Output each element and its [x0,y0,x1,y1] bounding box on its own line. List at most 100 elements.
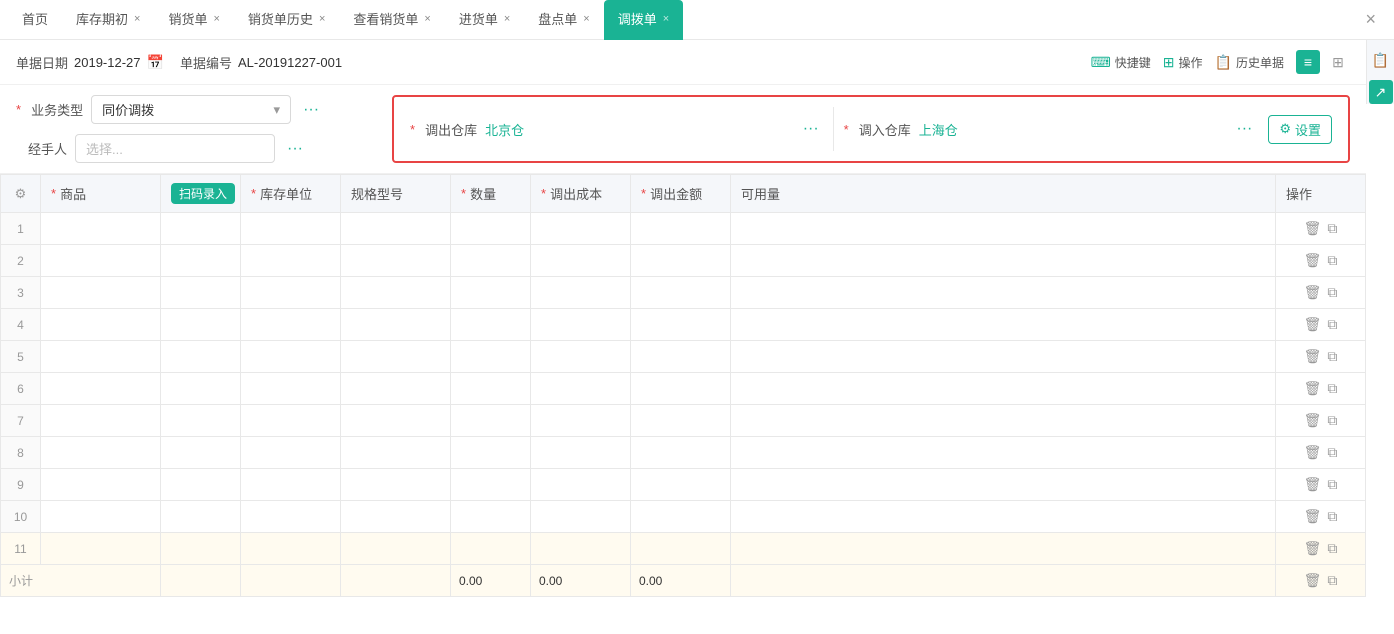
product-cell-5[interactable] [41,341,161,373]
tab-sales-order[interactable]: 销货单 × [154,0,233,40]
product-cell-1[interactable] [41,213,161,245]
amount-cell-9[interactable] [631,469,731,501]
cost-cell-7[interactable] [531,405,631,437]
qty-cell-7[interactable] [451,405,531,437]
unit-cell-5[interactable] [241,341,341,373]
copy-icon-6[interactable]: ⧉ [1327,380,1337,397]
tab-close-inventory-count[interactable]: × [583,13,589,25]
copy-icon-11[interactable]: ⧉ [1327,540,1337,557]
cost-cell-2[interactable] [531,245,631,277]
delete-icon-1[interactable]: 🗑 [1304,220,1322,237]
available-cell-9[interactable] [731,469,1276,501]
copy-icon-7[interactable]: ⧉ [1327,412,1337,429]
cost-cell-9[interactable] [531,469,631,501]
product-cell-10[interactable] [41,501,161,533]
product-cell-3[interactable] [41,277,161,309]
tab-close-sales-history[interactable]: × [319,13,325,25]
amount-cell-2[interactable] [631,245,731,277]
window-close-button[interactable]: × [1355,9,1386,30]
spec-cell-9[interactable] [341,469,451,501]
product-cell-11[interactable] [41,533,161,565]
available-cell-11[interactable] [731,533,1276,565]
spec-cell-4[interactable] [341,309,451,341]
delete-icon-6[interactable]: 🗑 [1304,380,1322,397]
cost-cell-1[interactable] [531,213,631,245]
cost-cell-4[interactable] [531,309,631,341]
unit-cell-10[interactable] [241,501,341,533]
delete-icon-3[interactable]: 🗑 [1304,284,1322,301]
tab-view-sales[interactable]: 查看销货单 × [339,0,444,40]
qty-cell-8[interactable] [451,437,531,469]
unit-cell-7[interactable] [241,405,341,437]
spec-cell-5[interactable] [341,341,451,373]
available-cell-8[interactable] [731,437,1276,469]
person-select[interactable]: 选择... [75,134,275,163]
spec-cell-2[interactable] [341,245,451,277]
spec-cell-10[interactable] [341,501,451,533]
available-cell-3[interactable] [731,277,1276,309]
copy-icon-3[interactable]: ⧉ [1327,284,1337,301]
spec-cell-1[interactable] [341,213,451,245]
copy-icon-8[interactable]: ⧉ [1327,444,1337,461]
unit-cell-4[interactable] [241,309,341,341]
copy-icon-9[interactable]: ⧉ [1327,476,1337,493]
tab-transfer-order[interactable]: 调拨单 × [604,0,683,40]
product-cell-4[interactable] [41,309,161,341]
qty-cell-10[interactable] [451,501,531,533]
unit-cell-2[interactable] [241,245,341,277]
product-cell-9[interactable] [41,469,161,501]
delete-icon-9[interactable]: 🗑 [1304,476,1322,493]
unit-cell-3[interactable] [241,277,341,309]
amount-cell-3[interactable] [631,277,731,309]
cost-cell-11[interactable] [531,533,631,565]
operation-btn[interactable]: ⊞ 操作 [1163,54,1203,71]
cost-cell-10[interactable] [531,501,631,533]
tab-close-sales-order[interactable]: × [213,13,219,25]
delete-icon-8[interactable]: 🗑 [1304,444,1322,461]
unit-cell-1[interactable] [241,213,341,245]
tab-close-purchase-order[interactable]: × [504,13,510,25]
available-cell-5[interactable] [731,341,1276,373]
qty-cell-1[interactable] [451,213,531,245]
biz-type-select[interactable]: 同价调拨 ▾ [91,95,291,124]
amount-cell-4[interactable] [631,309,731,341]
transfer-in-more-btn[interactable]: ··· [1232,120,1256,138]
copy-icon-4[interactable]: ⧉ [1327,316,1337,333]
grid-view-btn[interactable]: ⊞ [1326,50,1350,74]
spec-cell-11[interactable] [341,533,451,565]
scan-entry-button[interactable]: 扫码录入 [171,183,235,204]
copy-icon-2[interactable]: ⧉ [1327,252,1337,269]
unit-cell-6[interactable] [241,373,341,405]
product-cell-6[interactable] [41,373,161,405]
cost-cell-8[interactable] [531,437,631,469]
amount-cell-11[interactable] [631,533,731,565]
delete-icon-11[interactable]: 🗑 [1304,540,1322,557]
spec-cell-6[interactable] [341,373,451,405]
qty-cell-9[interactable] [451,469,531,501]
biz-type-more-btn[interactable]: ··· [299,101,323,119]
qty-cell-2[interactable] [451,245,531,277]
available-cell-10[interactable] [731,501,1276,533]
delete-icon-10[interactable]: 🗑 [1304,508,1322,525]
tab-purchase-order[interactable]: 进货单 × [445,0,524,40]
tab-close-inventory-init[interactable]: × [134,13,140,25]
copy-icon-1[interactable]: ⧉ [1327,220,1337,237]
qty-cell-4[interactable] [451,309,531,341]
available-cell-6[interactable] [731,373,1276,405]
qty-cell-3[interactable] [451,277,531,309]
product-cell-8[interactable] [41,437,161,469]
tab-sales-history[interactable]: 销货单历史 × [234,0,339,40]
cost-cell-5[interactable] [531,341,631,373]
amount-cell-6[interactable] [631,373,731,405]
amount-cell-7[interactable] [631,405,731,437]
delete-icon-5[interactable]: 🗑 [1304,348,1322,365]
delete-icon-4[interactable]: 🗑 [1304,316,1322,333]
tab-close-transfer-order[interactable]: × [663,13,669,25]
subtotal-copy-icon[interactable]: ⧉ [1327,572,1337,589]
amount-cell-5[interactable] [631,341,731,373]
col-gear[interactable]: ⚙ [1,175,41,213]
calendar-icon[interactable]: 📅 [147,54,164,71]
person-more-btn[interactable]: ··· [283,140,307,158]
tab-close-view-sales[interactable]: × [424,13,430,25]
available-cell-2[interactable] [731,245,1276,277]
